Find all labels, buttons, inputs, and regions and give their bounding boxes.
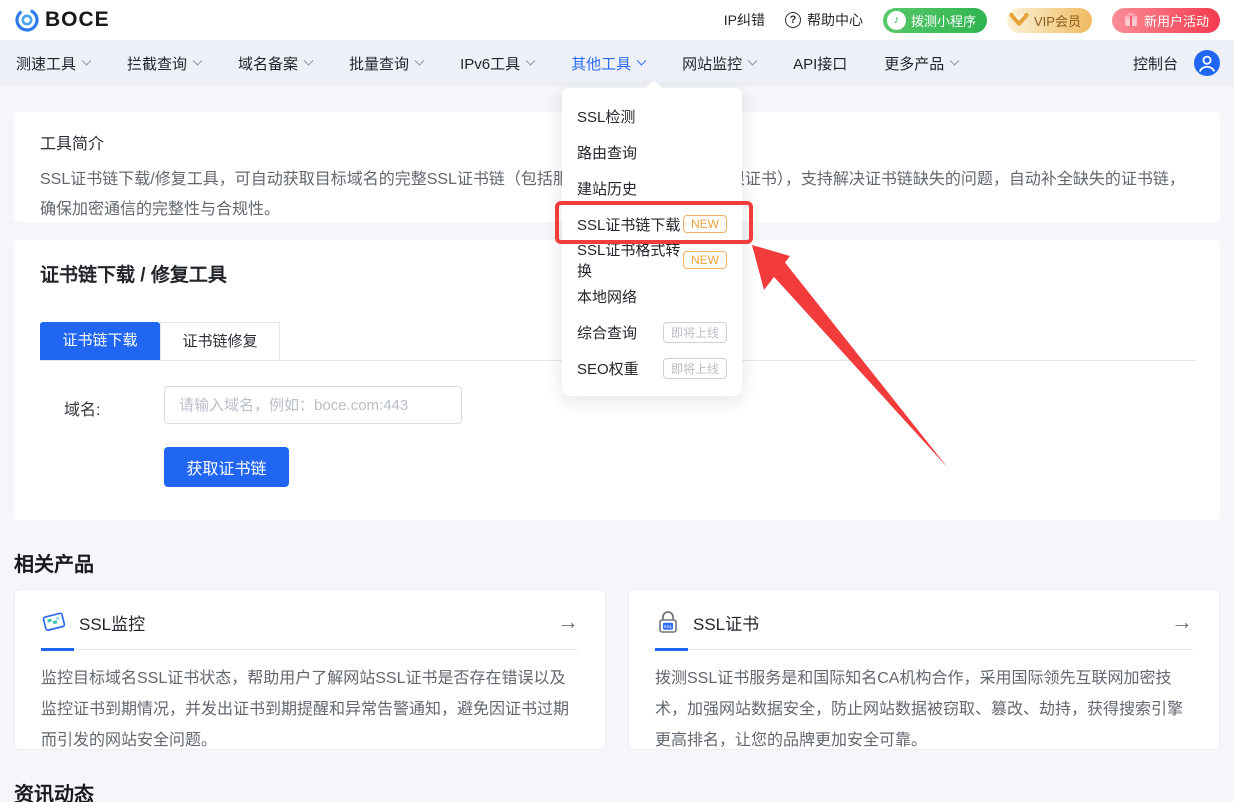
chevron-down-icon: [747, 55, 758, 66]
dropdown-label: SEO权重: [577, 360, 639, 378]
boce-logo-icon: [15, 8, 39, 32]
dropdown-label: 本地网络: [577, 288, 638, 306]
get-cert-chain-button[interactable]: 获取证书链: [164, 447, 289, 487]
card-ssl-certificate[interactable]: SSL SSL证书 → 拨测SSL证书服务是和国际知名CA机构合作，采用国际领先…: [628, 589, 1220, 750]
chevron-down-icon: [303, 55, 314, 66]
related-products-title: 相关产品: [14, 554, 94, 576]
dropdown-label: 建站历史: [577, 180, 638, 198]
dropdown-item-ssl-check[interactable]: SSL检测: [562, 98, 742, 134]
svg-text:SSL: SSL: [664, 624, 673, 629]
dropdown-notch: [646, 80, 662, 88]
page: BOCE IP纠错 ? 帮助中心 ♪ 拨测小程序 VIP会员 新用户活动 测速工…: [0, 0, 1234, 802]
card-title: SSL证书: [693, 614, 760, 634]
chevron-down-icon: [949, 55, 960, 66]
chevron-down-icon: [192, 55, 203, 66]
domain-input[interactable]: [164, 386, 462, 424]
dropdown-label: 路由查询: [577, 144, 638, 162]
dropdown-item-local-network[interactable]: 本地网络: [562, 278, 742, 314]
ssl-monitor-icon: [42, 612, 66, 632]
nav-item-batch-query[interactable]: 批量查询: [349, 53, 425, 74]
nav-label: 拦截查询: [127, 55, 188, 73]
card-description: 监控目标域名SSL证书状态，帮助用户了解网站SSL证书是否存在错误以及监控证书到…: [41, 670, 570, 749]
user-avatar-icon[interactable]: [1194, 50, 1220, 76]
ssl-certificate-icon: SSL: [659, 611, 677, 633]
nav-label: 网站监控: [682, 55, 743, 73]
annotation-highlight-box: [555, 201, 753, 244]
mini-program-label: 拨测小程序: [911, 13, 977, 29]
card-description: 拨测SSL证书服务是和国际知名CA机构合作，采用国际领先互联网加密技术，加强网站…: [655, 670, 1184, 749]
dropdown-item-seo-weight[interactable]: SEO权重 即将上线: [562, 350, 742, 386]
new-badge: NEW: [683, 251, 727, 269]
top-bar: BOCE IP纠错 ? 帮助中心 ♪ 拨测小程序 VIP会员 新用户活动: [0, 0, 1234, 40]
nav-item-more-products[interactable]: 更多产品: [884, 53, 960, 74]
news-section-title: 资讯动态: [14, 784, 94, 802]
coming-soon-badge: 即将上线: [662, 321, 727, 343]
question-icon: ?: [785, 12, 801, 28]
help-center-label: 帮助中心: [807, 12, 863, 28]
dropdown-label: 综合查询: [577, 324, 638, 342]
mini-program-icon: ♪: [887, 10, 906, 30]
vip-icon: [1009, 13, 1029, 26]
nav-item-speed-tools[interactable]: 测速工具: [16, 53, 92, 74]
card-ssl-monitor[interactable]: SSL监控 → 监控目标域名SSL证书状态，帮助用户了解网站SSL证书是否存在错…: [14, 589, 606, 750]
nav-right: 控制台: [1133, 50, 1220, 76]
arrow-right-icon: →: [557, 609, 579, 634]
tab-cert-chain-repair[interactable]: 证书链修复: [160, 322, 280, 360]
boce-logo[interactable]: BOCE: [14, 7, 110, 33]
card-divider: [41, 646, 579, 651]
related-products-cards: SSL监控 → 监控目标域名SSL证书状态，帮助用户了解网站SSL证书是否存在错…: [14, 589, 1220, 750]
nav-label: 测速工具: [16, 55, 77, 73]
dropdown-label: SSL检测: [577, 108, 636, 126]
vip-badge[interactable]: VIP会员: [1007, 7, 1092, 33]
dropdown-label: SSL证书格式转换: [577, 242, 681, 280]
tab-cert-chain-download[interactable]: 证书链下载: [40, 322, 160, 360]
nav-label: 域名备案: [238, 55, 299, 73]
main-nav: 测速工具 拦截查询 域名备案 批量查询 IPv6工具 其他工具 网站监控 API…: [0, 40, 1234, 86]
new-user-activity-label: 新用户活动: [1143, 13, 1209, 29]
coming-soon-badge: 即将上线: [662, 357, 727, 379]
mini-program-badge[interactable]: ♪ 拨测小程序: [883, 7, 988, 33]
help-center-link[interactable]: ? 帮助中心: [785, 10, 863, 30]
topbar-links: IP纠错 ? 帮助中心 ♪ 拨测小程序 VIP会员 新用户活动: [724, 7, 1220, 33]
gift-icon: [1124, 13, 1138, 26]
nav-label: IPv6工具: [460, 55, 521, 73]
tool-title: 证书链下载 / 修复工具: [40, 265, 227, 286]
console-link[interactable]: 控制台: [1133, 53, 1178, 74]
dropdown-item-route-query[interactable]: 路由查询: [562, 134, 742, 170]
nav-item-api[interactable]: API接口: [793, 53, 847, 74]
new-user-activity-badge[interactable]: 新用户活动: [1111, 7, 1220, 33]
card-head: SSL监控 →: [41, 604, 579, 640]
chevron-down-icon: [414, 55, 425, 66]
nav-label: 更多产品: [884, 55, 945, 73]
dropdown-item-ssl-format-convert[interactable]: SSL证书格式转换 NEW: [562, 242, 742, 280]
nav-item-icp-lookup[interactable]: 域名备案: [238, 53, 314, 74]
card-head: SSL SSL证书 →: [655, 604, 1193, 640]
chevron-down-icon: [81, 55, 92, 66]
nav-label: API接口: [793, 55, 848, 73]
nav-item-block-query[interactable]: 拦截查询: [127, 53, 203, 74]
card-divider: [655, 646, 1193, 651]
logo-text: BOCE: [45, 8, 110, 31]
nav-item-other-tools[interactable]: 其他工具: [571, 53, 647, 74]
chevron-down-icon: [636, 55, 647, 66]
card-title: SSL监控: [79, 614, 146, 634]
nav-label: 批量查询: [349, 55, 410, 73]
vip-label: VIP会员: [1034, 13, 1081, 29]
nav-item-ipv6-tools[interactable]: IPv6工具: [460, 53, 536, 74]
nav-item-site-monitor[interactable]: 网站监控: [682, 53, 758, 74]
chevron-down-icon: [525, 55, 536, 66]
nav-label: 其他工具: [571, 55, 632, 73]
domain-label: 域名:: [64, 402, 101, 419]
dropdown-item-comprehensive-query[interactable]: 综合查询 即将上线: [562, 314, 742, 350]
arrow-right-icon: →: [1171, 609, 1193, 634]
ip-correction-link[interactable]: IP纠错: [724, 10, 765, 30]
